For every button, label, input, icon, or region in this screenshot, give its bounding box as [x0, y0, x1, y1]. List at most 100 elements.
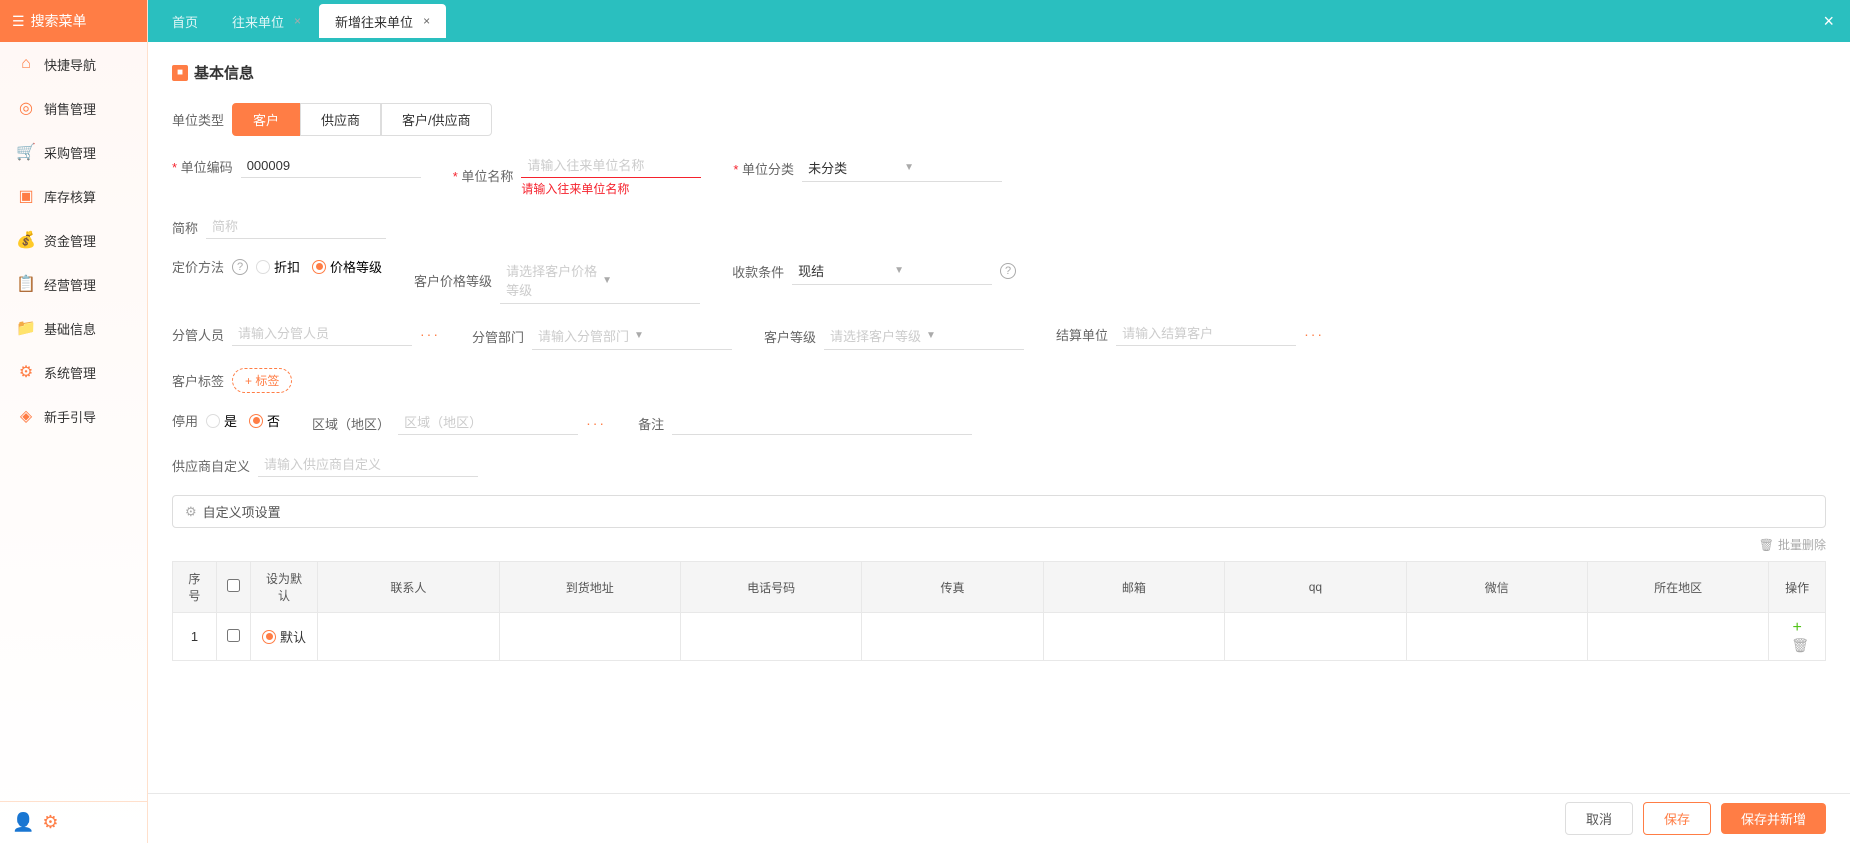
unit-code-input[interactable]: [241, 154, 421, 178]
sidebar-search[interactable]: ☰ 搜索菜单: [0, 0, 147, 42]
sales-icon: ◎: [16, 98, 36, 118]
customer-tag-field: 客户标签 + 标签: [172, 368, 292, 393]
settlement-field: 结算单位 ···: [1056, 322, 1324, 346]
sidebar-item-finance[interactable]: 💰 资金管理: [0, 218, 147, 262]
row-supplier-custom: 供应商自定义: [172, 453, 1826, 477]
disabled-radio-yes[interactable]: 是: [206, 411, 237, 430]
batch-delete-btn[interactable]: 🗑 批量删除: [1759, 536, 1826, 553]
customer-price-placeholder: 请选择客户价格等级: [506, 261, 598, 299]
payment-arrow: ▼: [894, 265, 986, 276]
tab-partners-close[interactable]: ×: [294, 14, 301, 28]
department-select[interactable]: 请输入分管部门 ▼: [532, 322, 732, 350]
unit-code-field: 单位编码: [172, 154, 421, 178]
section-icon: ■: [172, 65, 188, 81]
tab-partners[interactable]: 往来单位 ×: [216, 4, 317, 38]
customer-price-select[interactable]: 请选择客户价格等级 ▼: [500, 257, 700, 304]
tab-home[interactable]: 首页: [156, 4, 214, 38]
col-checkbox: [216, 562, 250, 613]
abbr-input[interactable]: [206, 215, 386, 239]
sidebar-item-sales[interactable]: ◎ 销售管理: [0, 86, 147, 130]
sidebar-item-system[interactable]: ⚙ 系统管理: [0, 350, 147, 394]
region-more-btn[interactable]: ···: [586, 415, 606, 431]
address-input[interactable]: [510, 629, 670, 644]
cell-phone[interactable]: [681, 613, 862, 661]
col-phone: 电话号码: [681, 562, 862, 613]
cell-email[interactable]: [1043, 613, 1224, 661]
table-select-all[interactable]: [227, 579, 240, 592]
bottom-bar: 取消 保存 保存并新增: [148, 793, 1850, 843]
settlement-more-btn[interactable]: ···: [1304, 326, 1324, 342]
fax-input[interactable]: [872, 629, 1032, 644]
sidebar-item-guide[interactable]: ◈ 新手引导: [0, 394, 147, 438]
cell-default: 默认: [250, 613, 317, 661]
tabbar-close-btn[interactable]: ×: [1815, 11, 1842, 32]
manager-more-btn[interactable]: ···: [420, 326, 440, 342]
location-input[interactable]: [1598, 629, 1758, 644]
unit-category-select[interactable]: 未分类 ▼: [802, 154, 1002, 182]
home-icon: ⌂: [16, 54, 36, 74]
pricing-radio-discount[interactable]: 折扣: [256, 257, 300, 276]
payment-field: 收款条件 现结 ▼ ?: [732, 257, 1016, 285]
tab-partners-label: 往来单位: [232, 12, 284, 31]
sidebar-item-label: 系统管理: [44, 363, 96, 382]
type-btn-both[interactable]: 客户/供应商: [381, 103, 492, 136]
unit-name-input[interactable]: [521, 154, 701, 178]
search-icon: ☰: [12, 13, 25, 30]
row-del-btn[interactable]: 🗑: [1791, 637, 1809, 653]
cell-fax[interactable]: [862, 613, 1043, 661]
sidebar-item-label: 库存核算: [44, 187, 96, 206]
save-new-button[interactable]: 保存并新增: [1721, 803, 1826, 834]
supplier-custom-input[interactable]: [258, 453, 478, 477]
type-btn-supplier[interactable]: 供应商: [300, 103, 381, 136]
disabled-radio-no[interactable]: 否: [249, 411, 280, 430]
department-label: 分管部门: [472, 327, 524, 346]
row-checkbox[interactable]: [227, 629, 240, 642]
remark-input[interactable]: [672, 411, 972, 435]
pricing-radio-level[interactable]: 价格等级: [312, 257, 382, 276]
department-field: 分管部门 请输入分管部门 ▼: [472, 322, 732, 350]
tab-new-partner-close[interactable]: ×: [423, 14, 430, 28]
pricing-help-icon[interactable]: ?: [232, 259, 248, 275]
sidebar-item-basic[interactable]: 📁 基础信息: [0, 306, 147, 350]
sidebar-item-purchase[interactable]: 🛒 采购管理: [0, 130, 147, 174]
manager-input[interactable]: [232, 322, 412, 346]
region-input[interactable]: [398, 411, 578, 435]
sidebar-bottom: 👤 ⚙: [0, 801, 147, 843]
sidebar-item-quick-nav[interactable]: ⌂ 快捷导航: [0, 42, 147, 86]
tab-new-partner[interactable]: 新增往来单位 ×: [319, 4, 446, 38]
row-default-circle: [262, 630, 276, 644]
row-default-radio[interactable]: 默认: [261, 627, 307, 646]
sidebar-item-inventory[interactable]: ▣ 库存核算: [0, 174, 147, 218]
custom-settings-btn[interactable]: ⚙ 自定义项设置: [172, 495, 1826, 528]
save-button[interactable]: 保存: [1643, 802, 1711, 835]
cell-wechat[interactable]: [1406, 613, 1587, 661]
cancel-button[interactable]: 取消: [1565, 802, 1633, 835]
qq-input[interactable]: [1235, 629, 1396, 644]
sidebar-item-operations[interactable]: 📋 经营管理: [0, 262, 147, 306]
email-input[interactable]: [1054, 629, 1214, 644]
settlement-input[interactable]: [1116, 322, 1296, 346]
cell-location[interactable]: [1588, 613, 1769, 661]
customer-level-select[interactable]: 请选择客户等级 ▼: [824, 322, 1024, 350]
settlement-label: 结算单位: [1056, 325, 1108, 344]
contacts-table: 序号 设为默认 联系人 到货地址 电话号码 传真 邮箱 qq 微信 所在地区 操…: [172, 561, 1826, 661]
form-content: ■ 基本信息 单位类型 客户 供应商 客户/供应商 单位编码 单位名称: [148, 42, 1850, 793]
cell-qq[interactable]: [1225, 613, 1407, 661]
payment-help-icon[interactable]: ?: [1000, 263, 1016, 279]
pricing-radio-group: 折扣 价格等级: [256, 257, 382, 276]
disabled-yes-circle: [206, 414, 220, 428]
cell-contact[interactable]: [318, 613, 499, 661]
cell-address[interactable]: [499, 613, 680, 661]
payment-select[interactable]: 现结 ▼: [792, 257, 992, 285]
disabled-no-circle: [249, 414, 263, 428]
type-btn-customer[interactable]: 客户: [232, 103, 300, 136]
add-tag-btn[interactable]: + 标签: [232, 368, 292, 393]
disabled-label: 停用: [172, 411, 198, 430]
phone-input[interactable]: [691, 629, 851, 644]
contact-input[interactable]: [328, 629, 488, 644]
sidebar-item-label: 基础信息: [44, 319, 96, 338]
payment-label: 收款条件: [732, 262, 784, 281]
row-add-btn[interactable]: +: [1793, 619, 1802, 636]
wechat-input[interactable]: [1417, 629, 1577, 644]
purchase-icon: 🛒: [16, 142, 36, 162]
